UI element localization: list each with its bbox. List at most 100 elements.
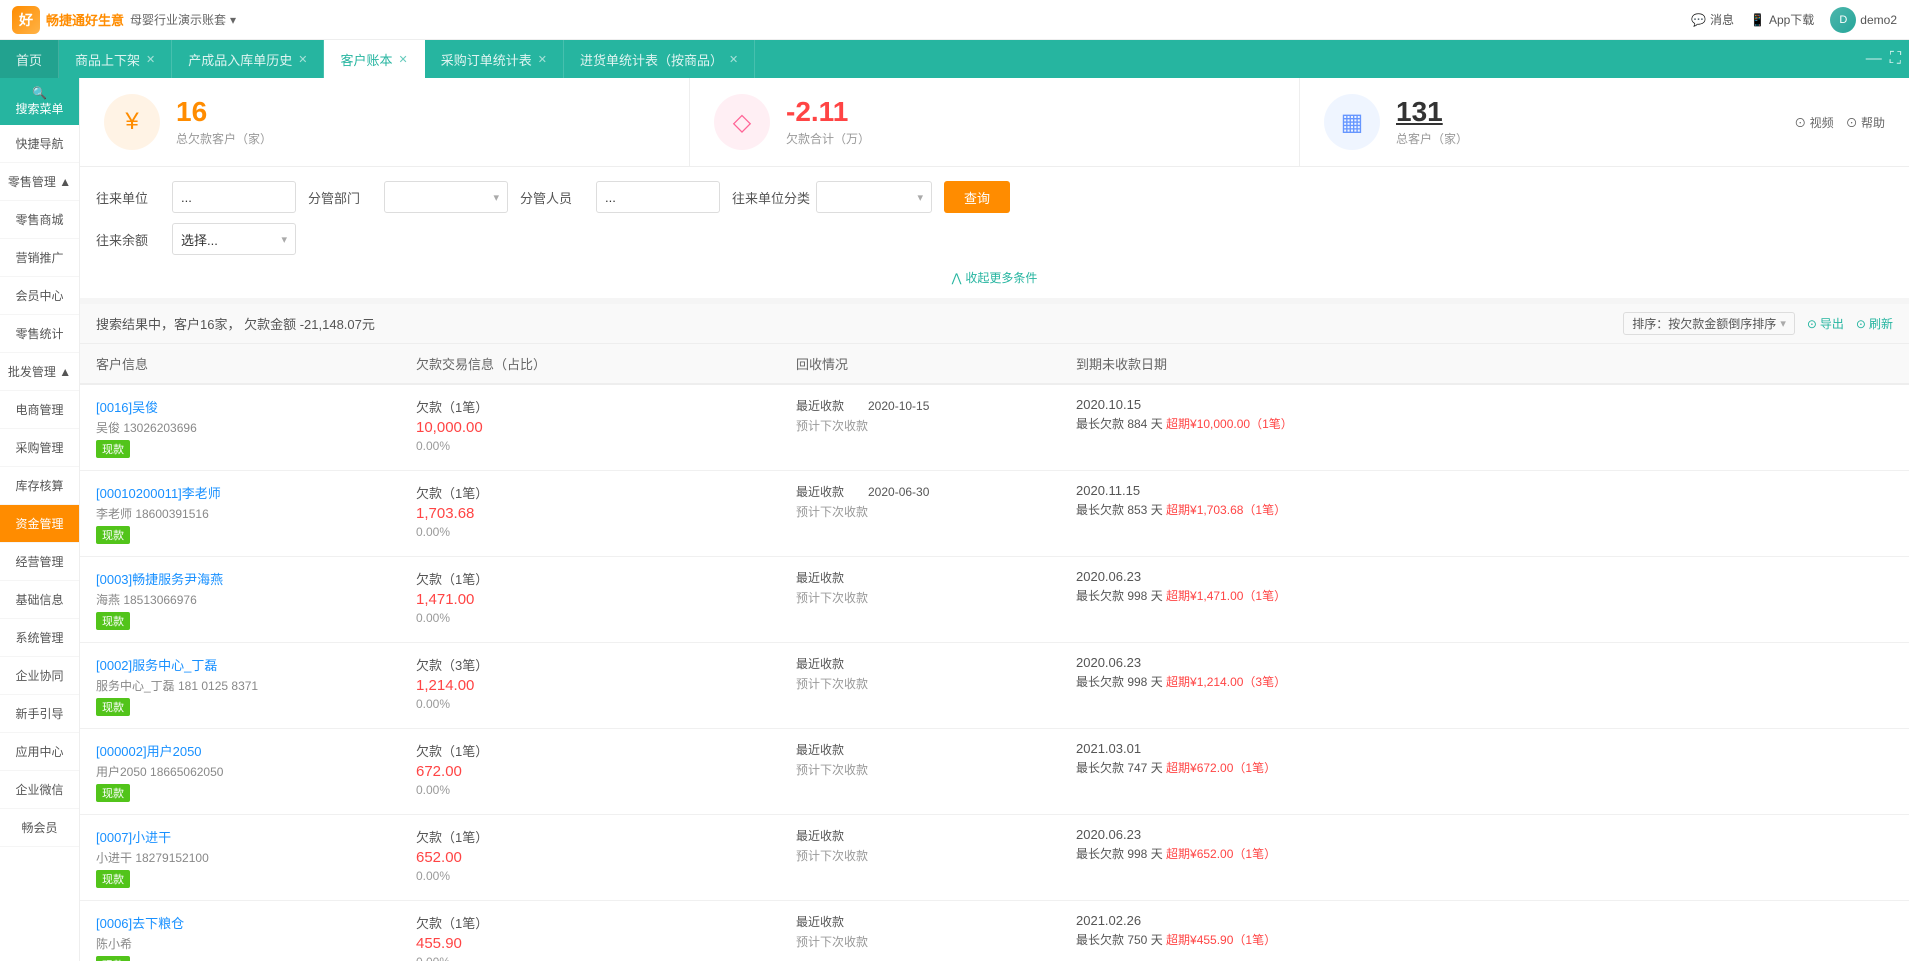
sidebar-item-enterprise-collab[interactable]: 企业协同 — [0, 657, 79, 695]
debt-amount-6[interactable]: 455.90 — [416, 935, 796, 952]
tab-product-history[interactable]: 产成品入库单历史 ✕ — [172, 40, 324, 78]
avatar: D — [1830, 7, 1856, 33]
sidebar-item-system-mgmt-label: 系统管理 — [15, 631, 63, 645]
tab-bar: 首页 商品上下架 ✕ 产成品入库单历史 ✕ 客户账本 ✕ 采购订单统计表 ✕ 进… — [0, 40, 1909, 78]
filter-person-input[interactable]: ... — [596, 181, 720, 213]
tab-home[interactable]: 首页 — [0, 40, 59, 78]
sidebar-item-wholesale-mgmt[interactable]: 批发管理 ▲ — [0, 353, 79, 391]
overdue-link-5[interactable]: 超期¥652.00（1笔） — [1166, 847, 1276, 861]
filter-from-unit-input[interactable]: ... — [172, 181, 296, 213]
tab-product-shelf-close[interactable]: ✕ — [146, 53, 155, 66]
logo-area: 好 畅捷通好生意 母婴行业演示账套 ▾ — [12, 6, 236, 34]
debt-amount-0[interactable]: 10,000.00 — [416, 419, 796, 436]
debt-amount-1[interactable]: 1,703.68 — [416, 505, 796, 522]
search-button[interactable]: 查询 — [944, 181, 1010, 213]
sidebar-item-ecommerce[interactable]: 电商管理 — [0, 391, 79, 429]
customer-name-1[interactable]: [00010200011]李老师 — [96, 483, 416, 502]
debt-amount-5[interactable]: 652.00 — [416, 849, 796, 866]
stat-total-customers: ▦ 131 总客户（家） ⊙ 视频 ⊙ 帮助 — [1300, 78, 1909, 166]
overdue-link-2[interactable]: 超期¥1,471.00（1笔） — [1166, 589, 1286, 603]
sidebar-item-retail-stats[interactable]: 零售统计 — [0, 315, 79, 353]
tab-customer-account-close[interactable]: ✕ — [399, 53, 408, 66]
overdue-days-2: 最长欠款 998 天 超期¥1,471.00（1笔） — [1076, 587, 1893, 604]
customer-name-0[interactable]: [0016]吴俊 — [96, 397, 416, 416]
tab-purchase-product[interactable]: 进货单统计表（按商品） ✕ — [564, 40, 755, 78]
sidebar-item-marketing[interactable]: 营销推广 — [0, 239, 79, 277]
col-collection: 回收情况 — [796, 354, 1076, 373]
sidebar-item-basic-info[interactable]: 基础信息 — [0, 581, 79, 619]
overdue-link-0[interactable]: 超期¥10,000.00（1笔） — [1166, 417, 1293, 431]
tab-customer-account-label: 客户账本 — [340, 50, 392, 69]
main-content: ¥ 16 总欠款客户（家） ◇ -2.11 欠款合计（万） ▦ 131 总客户（… — [80, 78, 1909, 961]
customer-name-5[interactable]: [0007]小进干 — [96, 827, 416, 846]
next-collect-1: 预计下次收款 — [796, 503, 1076, 520]
table-row: [0016]吴俊 吴俊 13026203696 现款 欠款（1笔） 10,000… — [80, 385, 1909, 471]
debt-amount-2[interactable]: 1,471.00 — [416, 591, 796, 608]
tab-customer-account[interactable]: 客户账本 ✕ — [324, 40, 424, 78]
sidebar-item-quick-nav[interactable]: 快捷导航 — [0, 125, 79, 163]
sidebar-item-retail-mall[interactable]: 零售商城 — [0, 201, 79, 239]
filter-person-label: 分管人员 — [520, 188, 590, 207]
sort-select[interactable]: 排序：按欠款金额倒序排序 ▾ — [1623, 312, 1795, 335]
filter-balance-select[interactable]: 选择... ▾ — [172, 223, 296, 255]
tab-purchase-summary[interactable]: 采购订单统计表 ✕ — [425, 40, 564, 78]
view-video-btn[interactable]: ⊙ 视频 — [1794, 114, 1833, 131]
stat-debt-amount: ◇ -2.11 欠款合计（万） — [690, 78, 1300, 166]
stat-debt-label: 总欠款客户（家） — [176, 130, 665, 147]
sidebar-item-member-center[interactable]: 会员中心 — [0, 277, 79, 315]
filter-dept-arrow: ▾ — [493, 191, 499, 204]
debt-ratio-5: 0.00% — [416, 869, 796, 883]
customer-info-4: [000002]用户2050 用户2050 18665062050 现款 — [96, 741, 416, 802]
sidebar-item-enterprise-collab-label: 企业协同 — [15, 669, 63, 683]
export-btn[interactable]: ⊙ 导出 — [1807, 315, 1844, 332]
refresh-btn[interactable]: ⊙ 刷新 — [1856, 315, 1893, 332]
tab-purchase-summary-close[interactable]: ✕ — [538, 53, 547, 66]
debt-info-0: 欠款（1笔） 10,000.00 0.00% — [416, 397, 796, 453]
sidebar-item-newbie-guide[interactable]: 新手引导 — [0, 695, 79, 733]
store-selector[interactable]: 母婴行业演示账套 ▾ — [130, 11, 236, 28]
tab-product-shelf-label: 商品上下架 — [75, 50, 140, 69]
app-download-btn[interactable]: 📱 App下载 — [1750, 11, 1814, 28]
sidebar-item-purchase-mgmt[interactable]: 采购管理 — [0, 429, 79, 467]
customer-detail-5: 小进干 18279152100 — [96, 849, 416, 866]
sidebar-item-retail-mall-label: 零售商城 — [15, 213, 63, 227]
customer-detail-1: 李老师 18600391516 — [96, 505, 416, 522]
tab-minimize-btn[interactable]: — — [1866, 50, 1882, 68]
refresh-label: 刷新 — [1869, 315, 1893, 332]
overdue-days-3: 最长欠款 998 天 超期¥1,214.00（3笔） — [1076, 673, 1893, 690]
overdue-link-3[interactable]: 超期¥1,214.00（3笔） — [1166, 675, 1286, 689]
help-btn[interactable]: ⊙ 帮助 — [1846, 114, 1885, 131]
debt-amount-3[interactable]: 1,214.00 — [416, 677, 796, 694]
filter-dept-select[interactable]: ▾ — [384, 181, 508, 213]
customer-name-3[interactable]: [0002]服务中心_丁磊 — [96, 655, 416, 674]
next-collect-6: 预计下次收款 — [796, 933, 1076, 950]
sidebar-item-retail-mgmt[interactable]: 零售管理 ▲ — [0, 163, 79, 201]
sidebar-item-app-center[interactable]: 应用中心 — [0, 733, 79, 771]
result-summary-text: 搜索结果中，客户16家 — [96, 317, 227, 332]
overdue-link-1[interactable]: 超期¥1,703.68（1笔） — [1166, 503, 1286, 517]
collapse-more-btn[interactable]: ⋀ 收起更多条件 — [96, 265, 1893, 290]
user-name: demo2 — [1860, 13, 1897, 27]
customer-info-6: [0006]去下粮仓 陈小希 现款 — [96, 913, 416, 961]
sidebar-item-capital-mgmt[interactable]: 资金管理 — [0, 505, 79, 543]
tab-maximize-btn[interactable]: ⛶ — [1890, 50, 1901, 68]
tab-product-shelf[interactable]: 商品上下架 ✕ — [59, 40, 172, 78]
tab-purchase-product-close[interactable]: ✕ — [729, 53, 738, 66]
stat-debt-value: 16 — [176, 98, 665, 126]
sidebar-item-system-mgmt[interactable]: 系统管理 — [0, 619, 79, 657]
overdue-link-6[interactable]: 超期¥455.90（1笔） — [1166, 933, 1276, 947]
sidebar-item-vip-member[interactable]: 畅会员 — [0, 809, 79, 847]
sidebar-item-inventory[interactable]: 库存核算 — [0, 467, 79, 505]
sidebar-item-operation-mgmt[interactable]: 经营管理 — [0, 543, 79, 581]
overdue-link-4[interactable]: 超期¥672.00（1笔） — [1166, 761, 1276, 775]
tab-product-history-close[interactable]: ✕ — [298, 53, 307, 66]
customer-name-4[interactable]: [000002]用户2050 — [96, 741, 416, 760]
sidebar-search[interactable]: 🔍 搜索菜单 — [0, 78, 79, 125]
debt-amount-4[interactable]: 672.00 — [416, 763, 796, 780]
customer-name-2[interactable]: [0003]畅捷服务尹海燕 — [96, 569, 416, 588]
message-btn[interactable]: 💬 消息 — [1691, 11, 1734, 28]
customer-name-6[interactable]: [0006]去下粮仓 — [96, 913, 416, 932]
filter-unit-class-select[interactable]: ▾ — [816, 181, 932, 213]
user-info[interactable]: D demo2 — [1830, 7, 1897, 33]
sidebar-item-enterprise-wechat[interactable]: 企业微信 — [0, 771, 79, 809]
